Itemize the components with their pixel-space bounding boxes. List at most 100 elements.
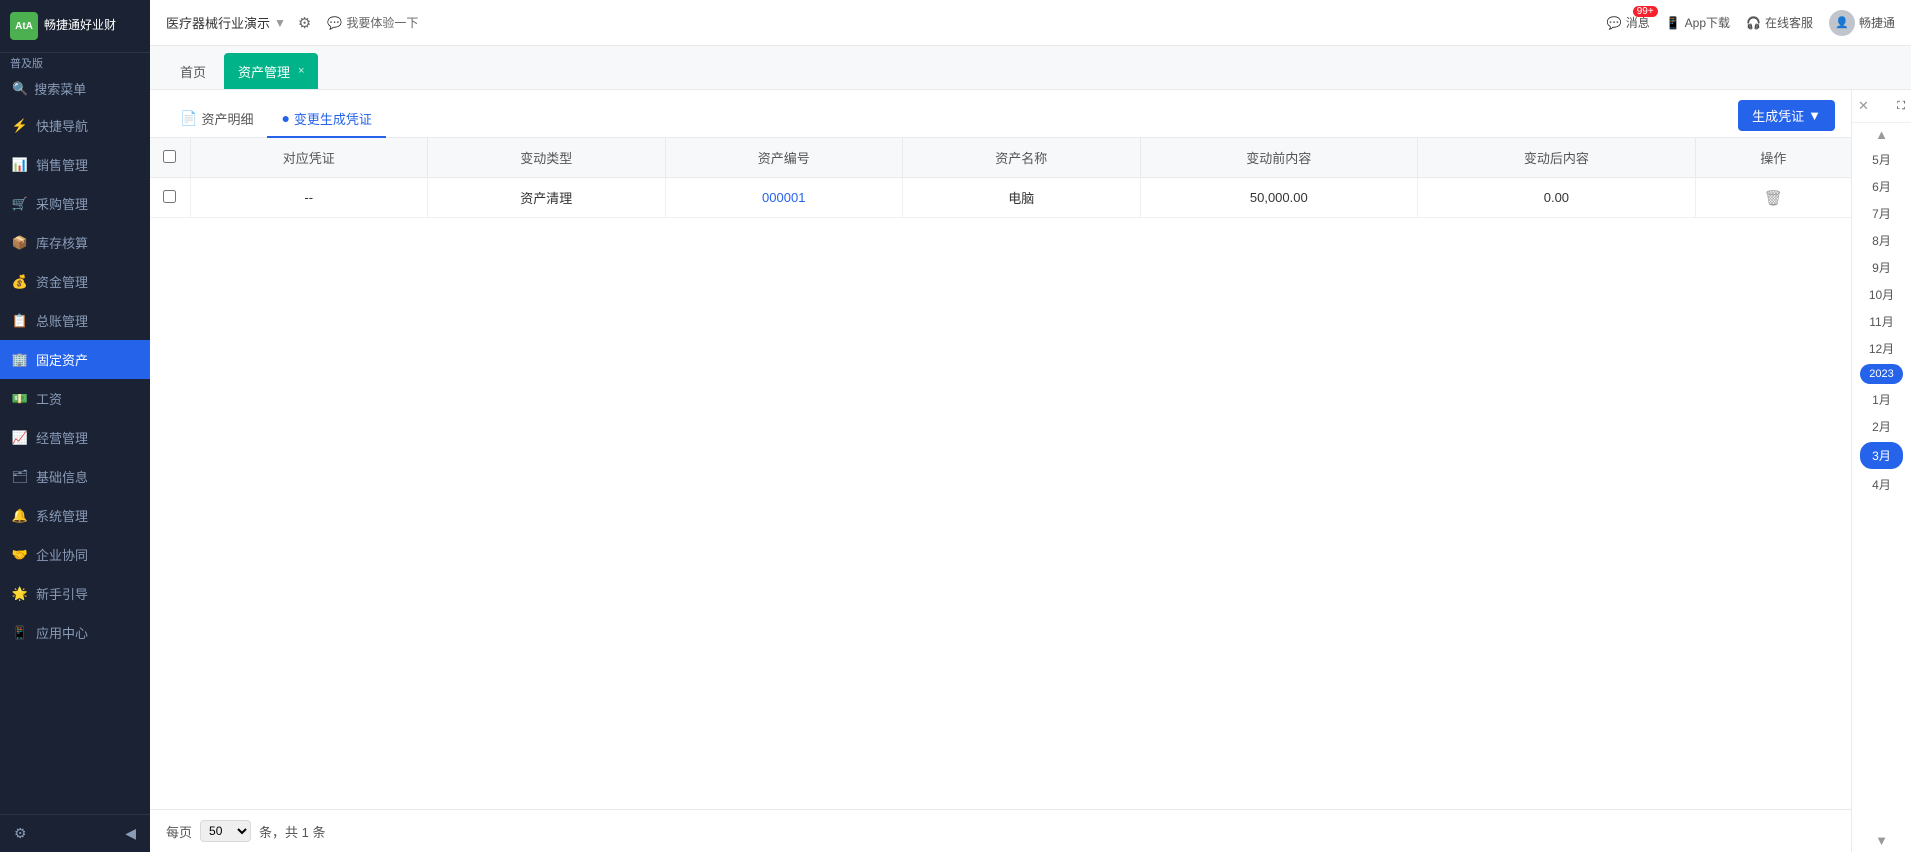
sidebar-title: 畅捷通好业财 — [44, 18, 116, 34]
topbar-gear-icon[interactable]: ⚙ — [298, 14, 311, 32]
sidebar-item-business[interactable]: 📈 经营管理 — [0, 418, 150, 457]
company-name: 医疗器械行业演示 — [166, 13, 270, 32]
basic-info-icon: 🗂 — [12, 469, 28, 485]
message-icon: 💬 — [1607, 16, 1622, 30]
purchase-icon: 🛒 — [12, 196, 28, 212]
sidebar-item-enterprise[interactable]: 🤝 企业协同 — [0, 535, 150, 574]
right-panel-close-icon[interactable]: ✕ — [1858, 98, 1869, 114]
sub-tab-change-voucher-label: 变更生成凭证 — [294, 109, 372, 128]
right-panel-header: ✕ ⛶ — [1852, 90, 1911, 123]
pagination-bar: 每页 102050100 条，共 1 条 — [150, 809, 1851, 852]
page-size-select[interactable]: 102050100 — [200, 820, 251, 842]
dropdown-arrow-icon: ▼ — [1808, 108, 1821, 123]
calendar-month-5-old[interactable]: 5月 — [1852, 146, 1911, 173]
calendar-month-10-old[interactable]: 10月 — [1852, 281, 1911, 308]
sidebar-item-guide[interactable]: 🌟 新手引导 — [0, 574, 150, 613]
tab-asset-management[interactable]: 资产管理 × — [224, 53, 318, 89]
app-download-label: App下载 — [1685, 14, 1730, 31]
sidebar-item-basic-info[interactable]: 🗂 基础信息 — [0, 457, 150, 496]
header-checkbox-cell — [150, 138, 190, 178]
settings-icon[interactable]: ⚙ — [14, 825, 27, 842]
sidebar-header: AtA 畅捷通好业财 — [0, 0, 150, 53]
payroll-icon: 💵 — [12, 391, 28, 407]
sidebar-item-quick-nav[interactable]: ⚡ 快捷导航 — [0, 106, 150, 145]
system-icon: 🔔 — [12, 508, 28, 524]
sidebar-item-label-system: 系统管理 — [36, 506, 88, 525]
calendar-month-12-old[interactable]: 12月 — [1852, 335, 1911, 362]
generate-voucher-button[interactable]: 生成凭证 ▼ — [1738, 100, 1835, 131]
sub-tab-asset-detail[interactable]: 📄 资产明细 — [166, 101, 267, 138]
calendar-month-7-old[interactable]: 7月 — [1852, 200, 1911, 227]
sidebar-item-fixed-assets[interactable]: 🏢 固定资产 — [0, 340, 150, 379]
sidebar-item-app-center[interactable]: 📱 应用中心 — [0, 613, 150, 652]
sidebar-item-label-purchase: 采购管理 — [36, 194, 88, 213]
sidebar-item-label-guide: 新手引导 — [36, 584, 88, 603]
table-container: 对应凭证 变动类型 资产编号 资产名称 变动前内容 变动后内容 操作 -- 资产… — [150, 138, 1851, 809]
sidebar-item-system[interactable]: 🔔 系统管理 — [0, 496, 150, 535]
calendar-month-1[interactable]: 1月 — [1852, 386, 1911, 413]
company-chevron-icon: ▼ — [274, 16, 286, 30]
calendar-nav-down[interactable]: ▼ — [1852, 829, 1911, 852]
sidebar-item-label-ledger: 总账管理 — [36, 311, 88, 330]
finance-icon: 💰 — [12, 274, 28, 290]
sidebar-item-label-finance: 资金管理 — [36, 272, 88, 291]
table-row: -- 资产清理 000001 电脑 50,000.00 0.00 🗑 — [150, 178, 1851, 218]
enterprise-icon: 🤝 — [12, 547, 28, 563]
guide-icon: 🌟 — [12, 586, 28, 602]
trial-button[interactable]: 💬 我要体验一下 — [327, 14, 418, 31]
search-icon: 🔍 — [12, 81, 28, 97]
calendar-month-6-old[interactable]: 6月 — [1852, 173, 1911, 200]
tab-close-icon[interactable]: × — [298, 65, 304, 77]
calendar-month-3[interactable]: 3月 — [1860, 442, 1903, 469]
calendar-month-11-old[interactable]: 11月 — [1852, 308, 1911, 335]
sub-tab-change-voucher[interactable]: ● 变更生成凭证 — [267, 101, 385, 138]
asset-table: 对应凭证 变动类型 资产编号 资产名称 变动前内容 变动后内容 操作 -- 资产… — [150, 138, 1851, 218]
calendar-month-2[interactable]: 2月 — [1852, 413, 1911, 440]
sidebar: AtA 畅捷通好业财 普及版 🔍 搜索菜单 ⚡ 快捷导航 📊 销售管理 🛒 采购… — [0, 0, 150, 852]
app-center-icon: 📱 — [12, 625, 28, 641]
right-panel-expand-icon[interactable]: ⛶ — [1897, 100, 1905, 113]
collapse-icon[interactable]: ◀ — [125, 825, 136, 842]
sidebar-item-payroll[interactable]: 💵 工资 — [0, 379, 150, 418]
calendar-month-9-old[interactable]: 9月 — [1852, 254, 1911, 281]
calendar-month-4[interactable]: 4月 — [1852, 471, 1911, 498]
tab-asset-management-label: 资产管理 — [238, 62, 290, 81]
trial-label: 我要体验一下 — [346, 14, 418, 31]
sidebar-item-label-fixed-assets: 固定资产 — [36, 350, 88, 369]
sidebar-item-sales[interactable]: 📊 销售管理 — [0, 145, 150, 184]
user-menu[interactable]: 👤 畅捷通 — [1829, 10, 1895, 36]
sidebar-item-ledger[interactable]: 📋 总账管理 — [0, 301, 150, 340]
select-all-checkbox[interactable] — [163, 150, 176, 163]
sidebar-item-label-enterprise: 企业协同 — [36, 545, 88, 564]
online-service-button[interactable]: 🎧 在线客服 — [1746, 14, 1813, 31]
sidebar-item-finance[interactable]: 💰 资金管理 — [0, 262, 150, 301]
phone-icon: 📱 — [1666, 16, 1681, 30]
sidebar-item-purchase[interactable]: 🛒 采购管理 — [0, 184, 150, 223]
delete-icon[interactable]: 🗑 — [1764, 190, 1783, 207]
header-asset-name: 资产名称 — [903, 138, 1141, 178]
content-main: 📄 资产明细 ● 变更生成凭证 生成凭证 ▼ — [150, 90, 1851, 852]
calendar-month-8-old[interactable]: 8月 — [1852, 227, 1911, 254]
calendar-nav-up[interactable]: ▲ — [1852, 123, 1911, 146]
messages-button[interactable]: 💬 消息 99+ — [1607, 14, 1650, 31]
generate-voucher-label: 生成凭证 — [1752, 106, 1804, 125]
sidebar-item-label-payroll: 工资 — [36, 389, 62, 408]
business-icon: 📈 — [12, 430, 28, 446]
calendar-list: 5月6月7月8月9月10月11月12月20231月2月3月4月 — [1852, 146, 1911, 829]
row-checkbox[interactable] — [163, 190, 176, 203]
inventory-icon: 📦 — [12, 235, 28, 251]
row-before-change: 50,000.00 — [1140, 178, 1418, 218]
sidebar-search[interactable]: 🔍 搜索菜单 — [0, 71, 150, 106]
app-download-button[interactable]: 📱 App下载 — [1666, 14, 1730, 31]
header-voucher: 对应凭证 — [190, 138, 428, 178]
tab-home-label: 首页 — [180, 62, 206, 81]
user-name: 畅捷通 — [1859, 14, 1895, 31]
tab-home[interactable]: 首页 — [166, 53, 220, 89]
service-icon: 🎧 — [1746, 16, 1761, 30]
row-asset-name: 电脑 — [903, 178, 1141, 218]
company-selector[interactable]: 医疗器械行业演示 ▼ — [166, 13, 286, 32]
sidebar-item-inventory[interactable]: 📦 库存核算 — [0, 223, 150, 262]
header-before-change: 变动前内容 — [1140, 138, 1418, 178]
sales-icon: 📊 — [12, 157, 28, 173]
sidebar-nav: 🔍 搜索菜单 ⚡ 快捷导航 📊 销售管理 🛒 采购管理 📦 库存核算 💰 资金管… — [0, 71, 150, 814]
